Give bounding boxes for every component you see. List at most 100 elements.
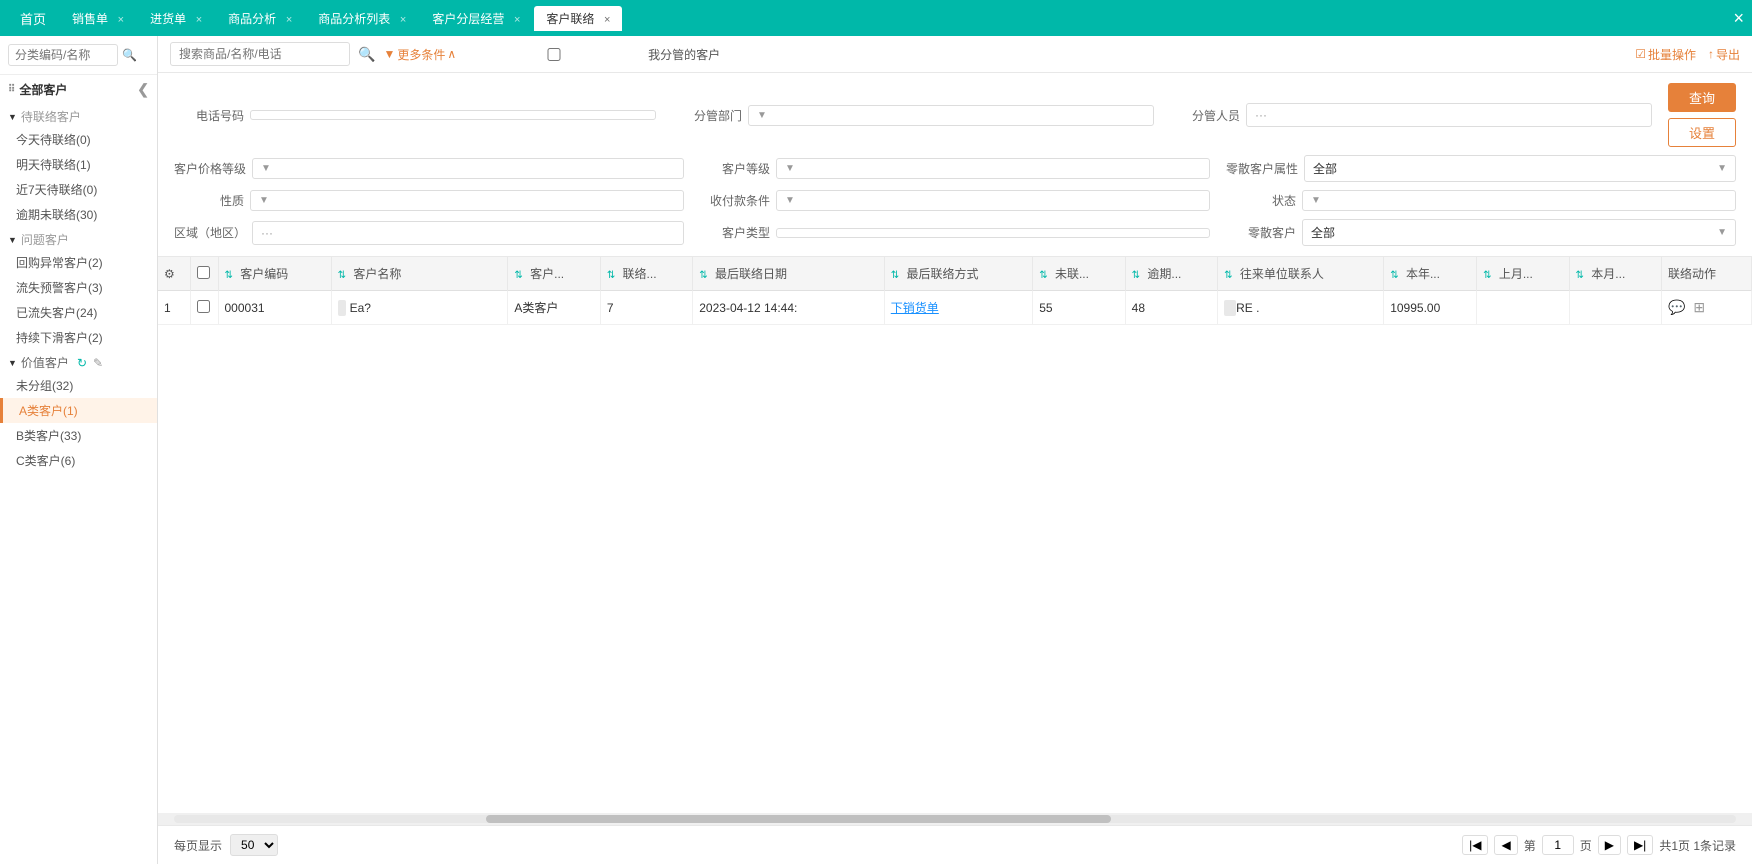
close-icon[interactable]: × xyxy=(514,14,520,26)
close-all-btn[interactable]: × xyxy=(1733,8,1744,29)
next-page-button[interactable]: ▶ xyxy=(1598,835,1621,855)
th-settings[interactable]: ⚙ xyxy=(158,257,190,291)
th-code[interactable]: ⇅ 客户编码 xyxy=(218,257,331,291)
th-last-month[interactable]: ⇅ 上月... xyxy=(1477,257,1569,291)
scrollbar-thumb[interactable] xyxy=(486,815,1111,823)
horizontal-scrollbar[interactable] xyxy=(158,813,1752,825)
prev-page-button[interactable]: ◀ xyxy=(1494,835,1517,855)
sidebar-all-customers[interactable]: ⠿ 全部客户 ❮ xyxy=(0,75,157,104)
settings-button[interactable]: 设置 xyxy=(1668,118,1736,147)
nav-tab-productanalysis[interactable]: 商品分析 × xyxy=(216,6,304,31)
filter-dept-select[interactable]: ▼ xyxy=(748,105,1154,126)
my-customer-checkbox[interactable] xyxy=(464,48,644,61)
th-contact-person[interactable]: ⇅ 往来单位联系人 xyxy=(1218,257,1384,291)
td-this-year: 10995.00 xyxy=(1384,291,1477,325)
last-contact-method-link[interactable]: 下销货单 xyxy=(891,301,939,315)
sidebar-item-overdue[interactable]: 逾期未联络(30) xyxy=(0,202,157,227)
sidebar-item-tomorrow[interactable]: 明天待联络(1) xyxy=(0,152,157,177)
sidebar-item-ungroup[interactable]: 未分组(32) xyxy=(0,373,157,398)
td-checkbox[interactable] xyxy=(190,291,218,325)
more-filter-button[interactable]: ▼ 更多条件 ∧ xyxy=(383,46,456,63)
td-code: 000031 xyxy=(218,291,331,325)
filter-region-input[interactable]: ··· xyxy=(252,221,684,245)
sort-icon: ⇅ xyxy=(1224,270,1232,281)
filter-search-button[interactable]: 🔍 xyxy=(358,46,375,63)
settings-icon[interactable]: ⚙ xyxy=(164,267,175,281)
th-overdue[interactable]: ⇅ 逾期... xyxy=(1125,257,1217,291)
query-button[interactable]: 查询 xyxy=(1668,83,1736,112)
filter-retail-customer-select[interactable]: 全部 ▼ xyxy=(1302,219,1736,246)
sidebar-item-abnormal[interactable]: 回购异常客户(2) xyxy=(0,250,157,275)
th-last-contact-date[interactable]: ⇅ 最后联络日期 xyxy=(693,257,885,291)
page-number-input[interactable] xyxy=(1542,835,1574,855)
triangle-icon: ▼ xyxy=(8,235,17,245)
per-page-select[interactable]: 50 xyxy=(230,834,278,856)
sidebar-item-lostwarning[interactable]: 流失预警客户(3) xyxy=(0,275,157,300)
close-icon[interactable]: × xyxy=(286,14,292,26)
chat-icon[interactable]: 💬 xyxy=(1668,299,1685,316)
sidebar-group-pending[interactable]: ▼ 待联络客户 xyxy=(0,104,157,127)
filter-manager-input[interactable]: ··· xyxy=(1246,103,1652,127)
filter-bar: 🔍 ▼ 更多条件 ∧ 我分管的客户 ☑ 批量操作 ↑ 导出 xyxy=(158,36,1752,73)
filter-price-grade-select[interactable]: ▼ xyxy=(252,158,684,179)
th-this-year[interactable]: ⇅ 本年... xyxy=(1384,257,1477,291)
sidebar-group-value[interactable]: ▼ 价值客户 ↻ ✎ xyxy=(0,350,157,373)
search-input[interactable] xyxy=(170,42,350,66)
qr-icon[interactable]: ⊞ xyxy=(1693,299,1705,316)
nav-tab-customercontact[interactable]: 客户联络 × xyxy=(534,6,622,31)
sort-icon: ⇅ xyxy=(1132,270,1140,281)
sidebar-item-cclass[interactable]: C类客户(6) xyxy=(0,448,157,473)
td-name: Ea? xyxy=(331,291,508,325)
th-last-contact-method[interactable]: ⇅ 最后联络方式 xyxy=(884,257,1032,291)
nav-home[interactable]: 首页 xyxy=(8,5,58,32)
filter-nature-select[interactable]: ▼ xyxy=(250,190,684,211)
sidebar-group-problem[interactable]: ▼ 问题客户 xyxy=(0,227,157,250)
th-not-contacted[interactable]: ⇅ 未联... xyxy=(1033,257,1125,291)
nav-tab-salesorder[interactable]: 销售单 × xyxy=(60,6,136,31)
filter-retail-attr-select[interactable]: 全部 ▼ xyxy=(1304,155,1736,182)
collapse-icon[interactable]: ❮ xyxy=(137,81,149,98)
sidebar-item-lost[interactable]: 已流失客户(24) xyxy=(0,300,157,325)
filter-customer-type-input[interactable] xyxy=(776,228,1210,238)
th-this-month[interactable]: ⇅ 本月... xyxy=(1569,257,1661,291)
first-page-button[interactable]: |◀ xyxy=(1462,835,1488,855)
th-customer-type[interactable]: ⇅ 客户... xyxy=(508,257,600,291)
th-checkbox[interactable] xyxy=(190,257,218,291)
sidebar-item-bclass[interactable]: B类客户(33) xyxy=(0,423,157,448)
filter-price-grade-label: 客户价格等级 xyxy=(174,160,246,177)
filter-retail-customer: 零散客户 全部 ▼ xyxy=(1226,219,1736,246)
filter-customer-grade-select[interactable]: ▼ xyxy=(776,158,1210,179)
close-icon[interactable]: × xyxy=(400,14,406,26)
refresh-icon[interactable]: ↻ xyxy=(77,356,87,370)
row-checkbox[interactable] xyxy=(197,300,210,313)
td-last-contact-method[interactable]: 下销货单 xyxy=(884,291,1032,325)
sidebar-item-declining[interactable]: 持续下滑客户(2) xyxy=(0,325,157,350)
sidebar-item-aclass[interactable]: A类客户(1) xyxy=(0,398,157,423)
sidebar-item-today[interactable]: 今天待联络(0) xyxy=(0,127,157,152)
scrollbar-track xyxy=(174,815,1736,823)
search-icon[interactable]: 🔍 xyxy=(122,48,137,62)
last-page-button[interactable]: ▶| xyxy=(1627,835,1653,855)
select-all-checkbox[interactable] xyxy=(197,266,210,279)
th-name[interactable]: ⇅ 客户名称 xyxy=(331,257,508,291)
filter-payment-select[interactable]: ▼ xyxy=(776,190,1210,211)
close-icon[interactable]: × xyxy=(196,14,202,26)
chevron-down-icon: ▼ xyxy=(1717,227,1727,238)
nav-tab-purchaseorder[interactable]: 进货单 × xyxy=(138,6,214,31)
my-customer-checkbox-label[interactable]: 我分管的客户 xyxy=(464,46,720,63)
edit-icon[interactable]: ✎ xyxy=(93,356,103,370)
export-button[interactable]: ↑ 导出 xyxy=(1708,46,1740,63)
triangle-icon: ▼ xyxy=(8,112,17,122)
sidebar-search-input[interactable] xyxy=(8,44,118,66)
batch-op-button[interactable]: ☑ 批量操作 xyxy=(1635,46,1696,63)
filter-status-select[interactable]: ▼ xyxy=(1302,190,1736,211)
th-contact-count[interactable]: ⇅ 联络... xyxy=(600,257,692,291)
close-icon[interactable]: × xyxy=(604,14,610,26)
nav-tab-productanalysislist[interactable]: 商品分析列表 × xyxy=(306,6,418,31)
td-last-contact-date: 2023-04-12 14:44: xyxy=(693,291,885,325)
close-icon[interactable]: × xyxy=(118,14,124,26)
filter-phone-input[interactable] xyxy=(250,110,656,120)
nav-tab-customersegment[interactable]: 客户分层经营 × xyxy=(420,6,532,31)
filter-action-buttons: 查询 设置 xyxy=(1668,83,1736,147)
sidebar-item-7days[interactable]: 近7天待联络(0) xyxy=(0,177,157,202)
